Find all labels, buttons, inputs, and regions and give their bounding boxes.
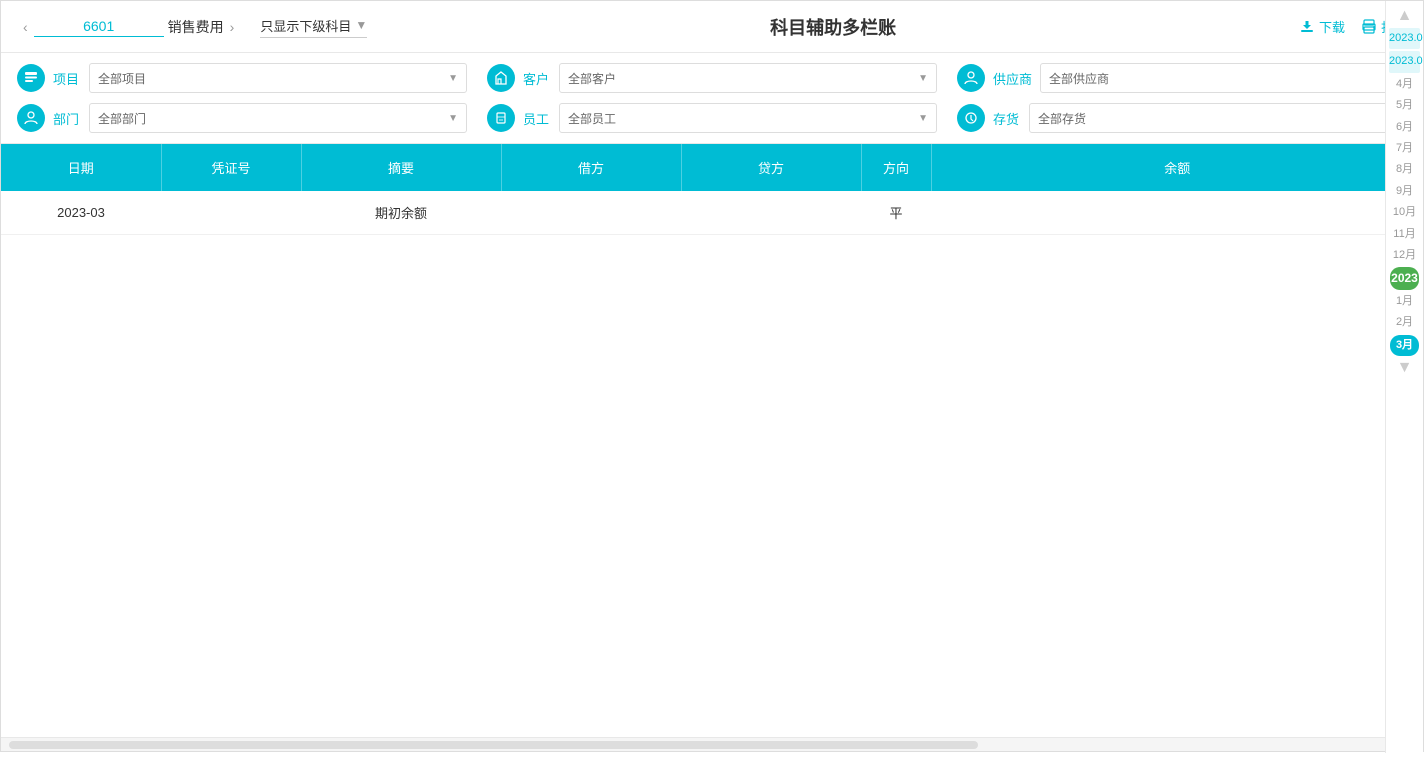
col-date: 日期 xyxy=(1,144,161,191)
inventory-label: 存货 xyxy=(993,109,1021,128)
filter-department: 部门 全部部门 ▼ xyxy=(17,103,467,133)
customer-dropdown-icon: ▼ xyxy=(918,73,928,84)
timeline-sidebar: ▲ 2023.03 2023.03 4月 5月 6月 7月 8月 9月 10月 … xyxy=(1385,1,1423,753)
project-select[interactable]: 全部项目 ▼ xyxy=(89,63,467,93)
department-select[interactable]: 全部部门 ▼ xyxy=(89,103,467,133)
timeline-item-2[interactable]: 2月 xyxy=(1386,312,1423,333)
cell-summary: 期初余额 xyxy=(301,191,501,235)
department-label: 部门 xyxy=(53,109,81,128)
table-area: 日期 凭证号 摘要 借方 贷方 方向 余额 2023-03 期初余额 xyxy=(1,144,1423,772)
timeline-nav-down[interactable]: ▼ xyxy=(1397,357,1413,379)
timeline-item-1[interactable]: 1月 xyxy=(1386,291,1423,312)
nav-prev-arrow[interactable]: ‹ xyxy=(17,17,34,37)
col-balance: 余额 xyxy=(931,144,1423,191)
project-label: 项目 xyxy=(53,69,81,88)
department-icon xyxy=(17,104,45,132)
customer-label: 客户 xyxy=(523,69,551,88)
account-name-label: 销售费用 xyxy=(168,17,224,37)
inventory-icon xyxy=(957,104,985,132)
app-container: ‹ 销售费用 › 只显示下级科目 ▼ 科目辅助多栏账 下载 xyxy=(0,0,1424,752)
department-select-value: 全部部门 xyxy=(98,110,146,127)
account-code-group: 销售费用 xyxy=(34,16,224,37)
department-dropdown-icon: ▼ xyxy=(448,113,458,124)
customer-icon xyxy=(487,64,515,92)
supplier-select-value: 全部供应商 xyxy=(1049,70,1109,87)
timeline-nav-up[interactable]: ▲ xyxy=(1397,5,1413,27)
timeline-item-12[interactable]: 12月 xyxy=(1386,245,1423,266)
account-code-input[interactable] xyxy=(34,16,164,37)
main-area: 日期 凭证号 摘要 借方 贷方 方向 余额 2023-03 期初余额 xyxy=(1,144,1423,772)
cell-voucher xyxy=(161,191,301,235)
filter-employee: 员工 全部员工 ▼ xyxy=(487,103,937,133)
ledger-table: 日期 凭证号 摘要 借方 贷方 方向 余额 2023-03 期初余额 xyxy=(1,144,1423,235)
filter-project: 项目 全部项目 ▼ xyxy=(17,63,467,93)
filter-inventory: 存货 全部存货 ▼ xyxy=(957,103,1407,133)
timeline-item-2023-03-b[interactable]: 2023.03 xyxy=(1389,51,1420,72)
download-button[interactable]: 下载 xyxy=(1299,17,1345,36)
timeline-item-3-active[interactable]: 3月 xyxy=(1390,335,1419,356)
timeline-item-5[interactable]: 5月 xyxy=(1386,95,1423,116)
employee-icon xyxy=(487,104,515,132)
timeline-year-badge[interactable]: 2023 xyxy=(1390,267,1419,290)
cell-balance xyxy=(931,191,1423,235)
cell-direction: 平 xyxy=(861,191,931,235)
supplier-select[interactable]: 全部供应商 ▼ xyxy=(1040,63,1407,93)
cell-debit xyxy=(501,191,681,235)
inventory-select-value: 全部存货 xyxy=(1038,110,1086,127)
employee-label: 员工 xyxy=(523,109,551,128)
header: ‹ 销售费用 › 只显示下级科目 ▼ 科目辅助多栏账 下载 xyxy=(1,1,1423,53)
col-voucher: 凭证号 xyxy=(161,144,301,191)
timeline-item-11[interactable]: 11月 xyxy=(1386,224,1423,245)
print-icon xyxy=(1361,19,1377,35)
supplier-label: 供应商 xyxy=(993,69,1032,88)
employee-select-value: 全部员工 xyxy=(568,110,616,127)
filter-supplier: 供应商 全部供应商 ▼ xyxy=(957,63,1407,93)
customer-select[interactable]: 全部客户 ▼ xyxy=(559,63,937,93)
timeline-item-8[interactable]: 8月 xyxy=(1386,159,1423,180)
col-debit: 借方 xyxy=(501,144,681,191)
col-credit: 贷方 xyxy=(681,144,861,191)
timeline-item-7[interactable]: 7月 xyxy=(1386,138,1423,159)
col-direction: 方向 xyxy=(861,144,931,191)
scrollbar-thumb xyxy=(9,741,978,749)
cell-credit xyxy=(681,191,861,235)
timeline-item-9[interactable]: 9月 xyxy=(1386,181,1423,202)
download-icon xyxy=(1299,19,1315,35)
cell-date: 2023-03 xyxy=(1,191,161,235)
filter-customer: 客户 全部客户 ▼ xyxy=(487,63,937,93)
page-title: 科目辅助多栏账 xyxy=(367,14,1299,40)
table-row: 2023-03 期初余额 平 xyxy=(1,191,1423,235)
employee-select[interactable]: 全部员工 ▼ xyxy=(559,103,937,133)
project-icon xyxy=(17,64,45,92)
filters-panel: 项目 全部项目 ▼ 客户 全部客户 ▼ xyxy=(1,53,1423,144)
supplier-icon xyxy=(957,64,985,92)
nav-next-arrow[interactable]: › xyxy=(224,17,241,37)
project-dropdown-icon: ▼ xyxy=(448,73,458,84)
timeline-item-2023-03-top[interactable]: 2023.03 xyxy=(1389,28,1420,49)
timeline-item-4[interactable]: 4月 xyxy=(1386,74,1423,95)
horizontal-scrollbar[interactable] xyxy=(1,737,1385,751)
dropdown-arrow-icon: ▼ xyxy=(355,18,367,32)
customer-select-value: 全部客户 xyxy=(568,70,616,87)
show-sub-accounts-label: 只显示下级科目 xyxy=(260,16,351,35)
inventory-select[interactable]: 全部存货 ▼ xyxy=(1029,103,1407,133)
timeline-item-10[interactable]: 10月 xyxy=(1386,202,1423,223)
timeline-item-6[interactable]: 6月 xyxy=(1386,117,1423,138)
download-label: 下载 xyxy=(1319,17,1345,36)
show-sub-accounts-btn[interactable]: 只显示下级科目 ▼ xyxy=(260,16,367,38)
employee-dropdown-icon: ▼ xyxy=(918,113,928,124)
col-summary: 摘要 xyxy=(301,144,501,191)
project-select-value: 全部项目 xyxy=(98,70,146,87)
